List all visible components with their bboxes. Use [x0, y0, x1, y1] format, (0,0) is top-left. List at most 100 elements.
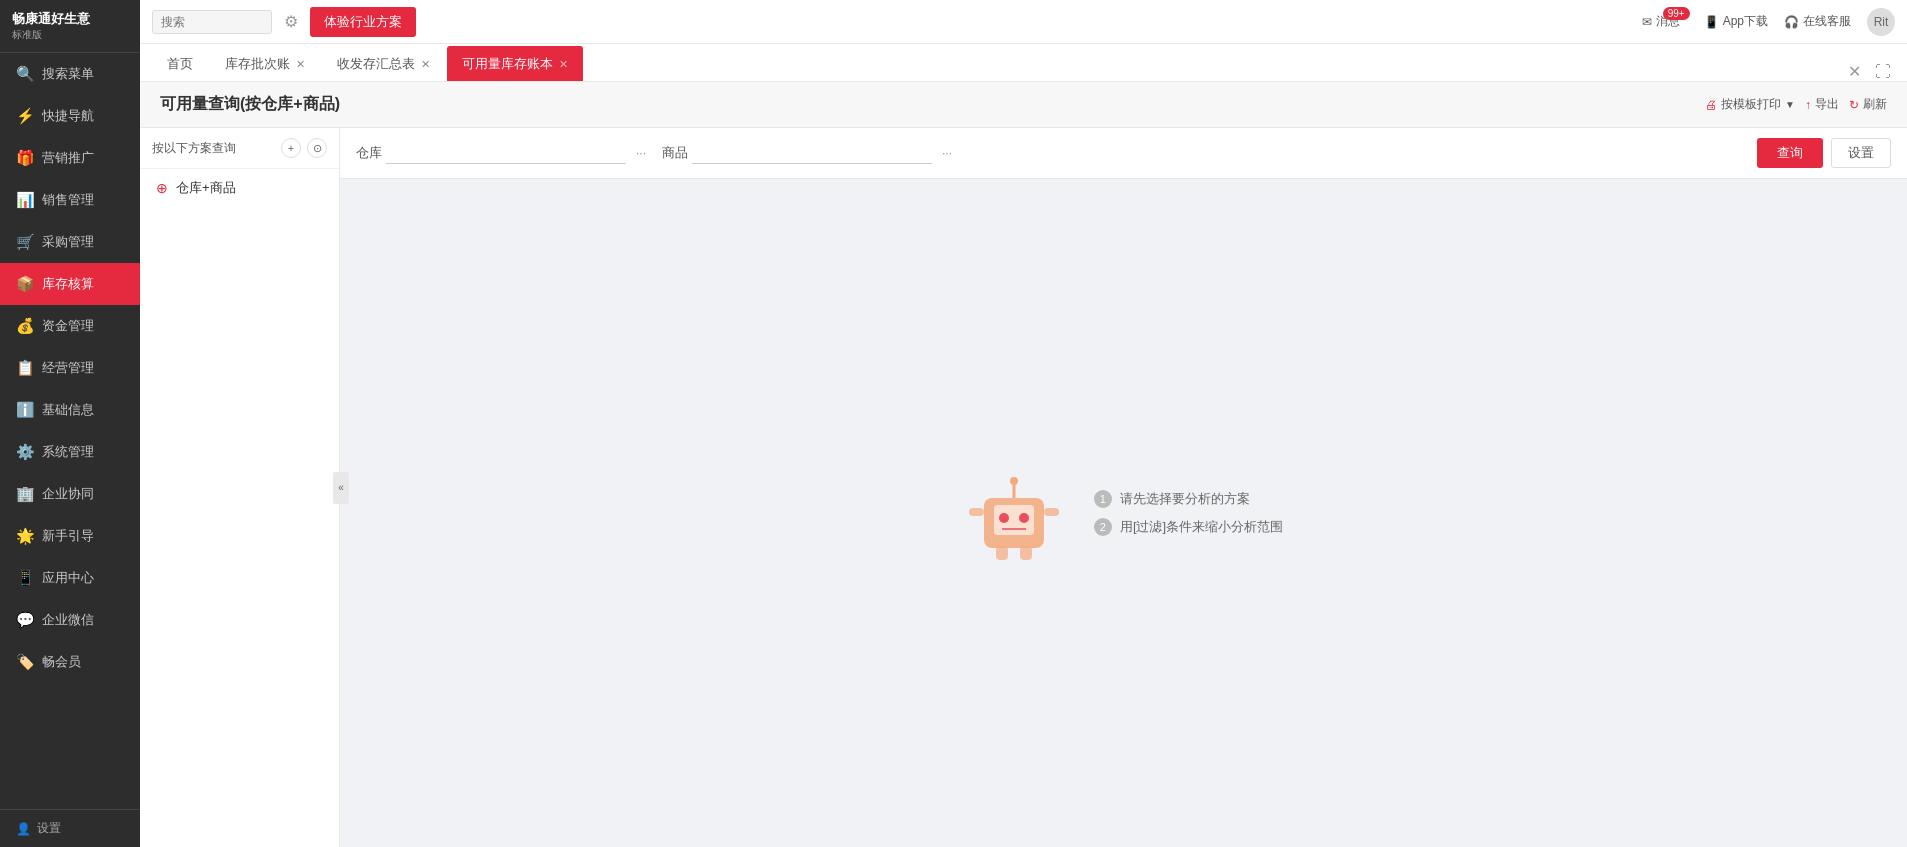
sidebar-item-operations[interactable]: 📋 经营管理 [0, 347, 140, 389]
goods-input[interactable] [692, 142, 932, 164]
message-btn[interactable]: ✉ 消息 99+ [1642, 13, 1680, 30]
sidebar-item-enterprise[interactable]: 🏢 企业协同 [0, 473, 140, 515]
tab-available-ledger-close[interactable]: ✕ [559, 58, 568, 71]
tabs-bar: 首页 库存批次账 ✕ 收发存汇总表 ✕ 可用量库存账本 ✕ ✕ ⛶ [140, 44, 1907, 82]
tip-text-1: 请先选择要分析的方案 [1120, 490, 1250, 508]
online-service-btn[interactable]: 🎧 在线客服 [1784, 13, 1851, 30]
tab-inventory-summary-close[interactable]: ✕ [421, 58, 430, 71]
sidebar-label-purchase: 采购管理 [42, 233, 94, 251]
finance-icon: 💰 [16, 317, 34, 335]
print-icon: 🖨 [1705, 98, 1717, 112]
tab-home-label: 首页 [167, 55, 193, 73]
message-badge: 99+ [1663, 7, 1690, 20]
sidebar-bottom[interactable]: 👤 设置 [0, 809, 140, 847]
sidebar-label-newbie: 新手引导 [42, 527, 94, 545]
sidebar-item-enterprise-wechat[interactable]: 💬 企业微信 [0, 599, 140, 641]
app-download-btn[interactable]: 📱 App下载 [1704, 13, 1768, 30]
svg-rect-7 [969, 508, 984, 516]
sidebar-item-purchase[interactable]: 🛒 采购管理 [0, 221, 140, 263]
refresh-label: 刷新 [1863, 96, 1887, 113]
message-icon: ✉ [1642, 15, 1652, 29]
sidebar-item-inventory[interactable]: 📦 库存核算 [0, 263, 140, 305]
filter-item-warehouse-goods[interactable]: ⊕ 仓库+商品 [140, 169, 339, 207]
topbar-right: ✉ 消息 99+ 📱 App下载 🎧 在线客服 Rit [1642, 8, 1895, 36]
app-download-label: App下载 [1723, 13, 1768, 30]
query-bar: 仓库 ··· 商品 ··· 查询 设置 [340, 128, 1907, 179]
print-dropdown-icon[interactable]: ▼ [1785, 99, 1795, 110]
empty-state-inner: 1 请先选择要分析的方案 2 用[过滤]条件来缩小分析范围 [964, 463, 1283, 563]
empty-tips: 1 请先选择要分析的方案 2 用[过滤]条件来缩小分析范围 [1094, 490, 1283, 536]
sidebar-label-sales: 销售管理 [42, 191, 94, 209]
quick-nav-icon: ⚡ [16, 107, 34, 125]
svg-rect-8 [1044, 508, 1059, 516]
print-btn[interactable]: 🖨 按模板打印 ▼ [1705, 96, 1795, 113]
sidebar-label-inventory: 库存核算 [42, 275, 94, 293]
sidebar-item-member[interactable]: 🏷️ 畅会员 [0, 641, 140, 683]
user-name: Rit [1874, 15, 1889, 29]
goods-label: 商品 [662, 144, 688, 162]
tab-available-ledger[interactable]: 可用量库存账本 ✕ [447, 46, 583, 81]
tip-item-1: 1 请先选择要分析的方案 [1094, 490, 1283, 508]
filter-add-btn[interactable]: + [281, 138, 301, 158]
sidebar-label-enterprise: 企业协同 [42, 485, 94, 503]
app-name: 畅康通好生意 [12, 10, 128, 28]
sidebar-item-sales[interactable]: 📊 销售管理 [0, 179, 140, 221]
warehouse-field: 仓库 ··· [356, 142, 652, 164]
newbie-icon: 🌟 [16, 527, 34, 545]
svg-point-3 [1019, 513, 1029, 523]
query-right-btns: 查询 设置 [1757, 138, 1891, 168]
export-btn[interactable]: ↑ 导出 [1805, 96, 1839, 113]
user-avatar[interactable]: Rit [1867, 8, 1895, 36]
sidebar-label-enterprise-wechat: 企业微信 [42, 611, 94, 629]
tab-inventory-summary[interactable]: 收发存汇总表 ✕ [322, 46, 445, 81]
tab-inventory-summary-label: 收发存汇总表 [337, 55, 415, 73]
filter-sidebar: 按以下方案查询 + ⊙ ⊕ 仓库+商品 « [140, 128, 340, 847]
marketing-icon: 🎁 [16, 149, 34, 167]
sidebar-item-newbie[interactable]: 🌟 新手引导 [0, 515, 140, 557]
sidebar-label-member: 畅会员 [42, 653, 81, 671]
page-header: 可用量查询(按仓库+商品) 🖨 按模板打印 ▼ ↑ 导出 ↻ 刷新 [140, 82, 1907, 128]
tip-num-2: 2 [1094, 518, 1112, 536]
svg-point-2 [999, 513, 1009, 523]
goods-more-btn[interactable]: ··· [936, 144, 958, 162]
sidebar-item-finance[interactable]: 💰 资金管理 [0, 305, 140, 347]
warehouse-label: 仓库 [356, 144, 382, 162]
purchase-icon: 🛒 [16, 233, 34, 251]
sidebar-item-app-center[interactable]: 📱 应用中心 [0, 557, 140, 599]
gear-icon[interactable]: ⚙ [280, 8, 302, 35]
empty-state: 1 请先选择要分析的方案 2 用[过滤]条件来缩小分析范围 [340, 179, 1907, 847]
warehouse-input[interactable] [386, 142, 626, 164]
app-center-icon: 📱 [16, 569, 34, 587]
tabs-actions: ✕ ⛶ [1844, 62, 1895, 81]
sidebar-bottom-label: 设置 [37, 820, 61, 837]
sidebar-item-quick-nav[interactable]: ⚡ 快捷导航 [0, 95, 140, 137]
topbar-search-input[interactable] [152, 10, 272, 34]
system-icon: ⚙️ [16, 443, 34, 461]
industry-btn[interactable]: 体验行业方案 [310, 7, 416, 37]
sidebar-item-marketing[interactable]: 🎁 营销推广 [0, 137, 140, 179]
sidebar-item-basic-info[interactable]: ℹ️ 基础信息 [0, 389, 140, 431]
enterprise-wechat-icon: 💬 [16, 611, 34, 629]
filter-settings-btn[interactable]: ⊙ [307, 138, 327, 158]
refresh-btn[interactable]: ↻ 刷新 [1849, 96, 1887, 113]
filter-header-icons: + ⊙ [281, 138, 327, 158]
setting-btn[interactable]: 设置 [1831, 138, 1891, 168]
main-area: ⚙ 体验行业方案 ✉ 消息 99+ 📱 App下载 🎧 在线客服 Rit 首 [140, 0, 1907, 847]
tab-close-all-btn[interactable]: ✕ [1844, 62, 1865, 81]
tab-batch-ledger[interactable]: 库存批次账 ✕ [210, 46, 320, 81]
tab-home[interactable]: 首页 [152, 46, 208, 81]
tab-expand-btn[interactable]: ⛶ [1871, 63, 1895, 81]
print-label: 按模板打印 [1721, 96, 1781, 113]
tab-batch-ledger-close[interactable]: ✕ [296, 58, 305, 71]
filter-collapse-btn[interactable]: « [333, 472, 349, 504]
online-service-label: 在线客服 [1803, 13, 1851, 30]
warehouse-more-btn[interactable]: ··· [630, 144, 652, 162]
query-btn[interactable]: 查询 [1757, 138, 1823, 168]
sales-icon: 📊 [16, 191, 34, 209]
export-icon: ↑ [1805, 98, 1811, 112]
sidebar-item-search[interactable]: 🔍 搜索菜单 [0, 53, 140, 95]
svg-rect-9 [996, 546, 1008, 560]
app-edition: 标准版 [12, 28, 128, 42]
inventory-icon: 📦 [16, 275, 34, 293]
sidebar-item-system[interactable]: ⚙️ 系统管理 [0, 431, 140, 473]
